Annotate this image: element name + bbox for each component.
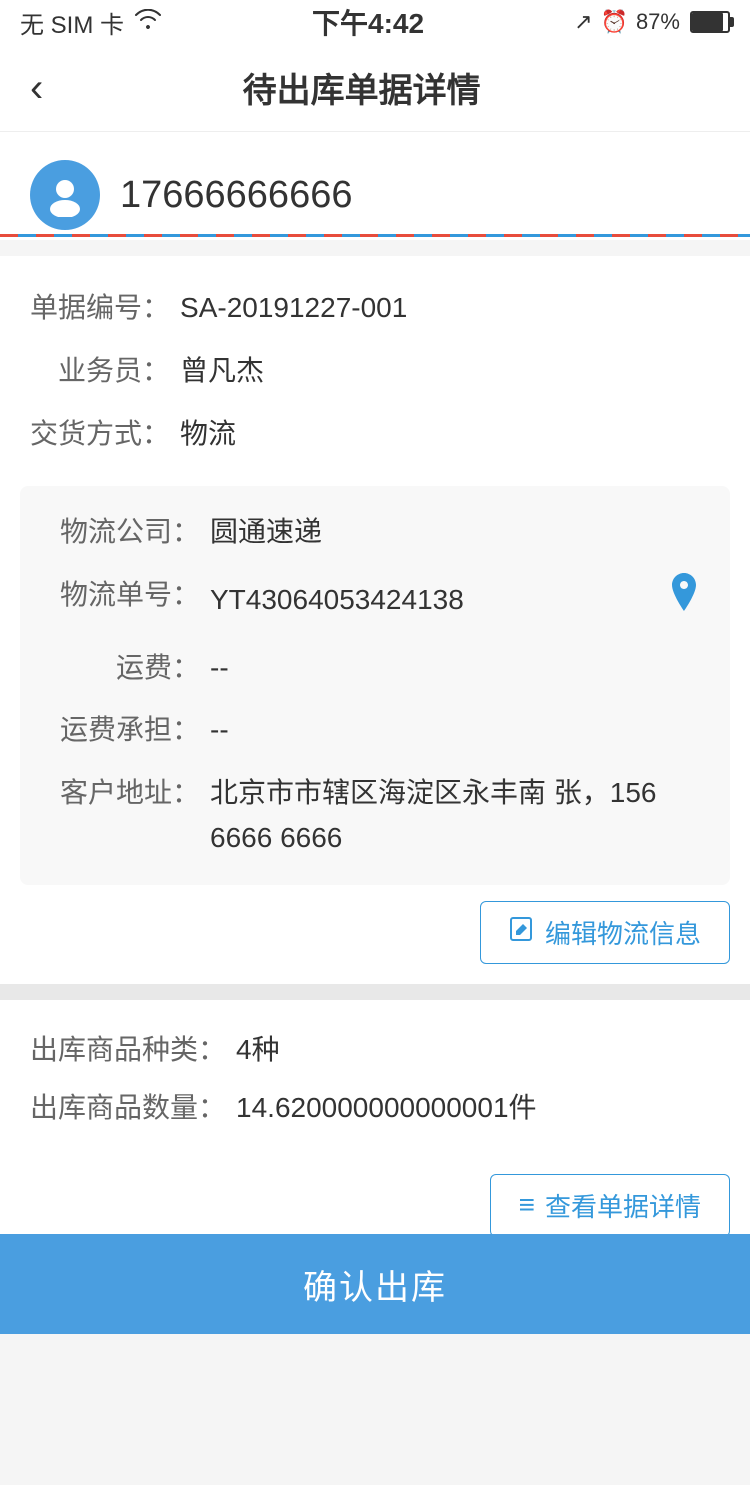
location-icon[interactable] bbox=[668, 573, 700, 627]
battery-text: 87% bbox=[636, 9, 680, 35]
battery-icon bbox=[690, 11, 730, 33]
agent-label: 业务员： bbox=[30, 349, 170, 394]
freight-row: 运费： -- bbox=[50, 646, 700, 691]
quantity-row: 出库商品数量： 14.620000000000001件 bbox=[30, 1086, 720, 1126]
edit-logistics-button[interactable]: 编辑物流信息 bbox=[480, 901, 730, 964]
user-phone: 17666666666 bbox=[120, 174, 352, 217]
dashed-divider bbox=[0, 230, 750, 240]
status-right: ↗ ⏰ 87% bbox=[574, 9, 730, 35]
type-value: 4种 bbox=[236, 1028, 280, 1068]
address-row: 客户地址： 北京市市辖区海淀区永丰南 张，156 6666 6666 bbox=[50, 771, 700, 861]
type-row: 出库商品种类： 4种 bbox=[30, 1028, 720, 1068]
logistics-company-row: 物流公司： 圆通速递 bbox=[50, 510, 700, 555]
view-detail-button[interactable]: ≡ 查看单据详情 bbox=[490, 1174, 730, 1237]
logistics-card: 物流公司： 圆通速递 物流单号： YT43064053424138 运费： -- bbox=[20, 486, 730, 884]
freight-bear-label: 运费承担： bbox=[50, 708, 200, 753]
delivery-value: 物流 bbox=[180, 412, 720, 457]
logistics-tracking-row: 物流单号： YT43064053424138 bbox=[50, 573, 700, 627]
alarm-icon: ⏰ bbox=[601, 9, 628, 35]
quantity-value: 14.620000000000001件 bbox=[236, 1086, 537, 1126]
edit-icon bbox=[509, 916, 535, 949]
type-label: 出库商品种类： bbox=[30, 1028, 226, 1068]
document-number-value: SA-20191227-001 bbox=[180, 286, 720, 331]
delivery-row: 交货方式： 物流 bbox=[30, 412, 720, 457]
user-section: 17666666666 bbox=[0, 132, 750, 230]
document-info: 单据编号： SA-20191227-001 业务员： 曾凡杰 交货方式： 物流 bbox=[0, 256, 750, 486]
confirm-button[interactable]: 确认出库 bbox=[0, 1234, 750, 1334]
freight-bear-value: -- bbox=[210, 708, 700, 753]
address-label: 客户地址： bbox=[50, 771, 200, 816]
logistics-tracking-value: YT43064053424138 bbox=[210, 578, 652, 623]
section-separator bbox=[0, 984, 750, 1000]
freight-bear-row: 运费承担： -- bbox=[50, 708, 700, 753]
document-number-row: 单据编号： SA-20191227-001 bbox=[30, 286, 720, 331]
page-title: 待出库单据详情 bbox=[63, 63, 660, 112]
edit-logistics-section: 编辑物流信息 bbox=[0, 901, 750, 984]
gps-icon: ↗ bbox=[574, 9, 592, 35]
confirm-section: 确认出库 bbox=[0, 1234, 750, 1334]
edit-logistics-label: 编辑物流信息 bbox=[545, 914, 701, 951]
stats-section: 出库商品种类： 4种 出库商品数量： 14.620000000000001件 bbox=[0, 1000, 750, 1154]
address-value: 北京市市辖区海淀区永丰南 张，156 6666 6666 bbox=[210, 771, 700, 861]
freight-value: -- bbox=[210, 646, 700, 691]
freight-label: 运费： bbox=[50, 646, 200, 691]
carrier-text: 无 SIM 卡 bbox=[20, 5, 124, 40]
delivery-label: 交货方式： bbox=[30, 412, 170, 457]
detail-icon: ≡ bbox=[519, 1189, 535, 1221]
quantity-label: 出库商品数量： bbox=[30, 1086, 226, 1126]
logistics-company-value: 圆通速递 bbox=[210, 510, 700, 555]
view-detail-label: 查看单据详情 bbox=[545, 1187, 701, 1224]
agent-value: 曾凡杰 bbox=[180, 349, 720, 394]
logistics-tracking-label: 物流单号： bbox=[50, 573, 200, 618]
document-number-label: 单据编号： bbox=[30, 286, 170, 331]
avatar bbox=[30, 160, 100, 230]
status-left: 无 SIM 卡 bbox=[20, 5, 162, 40]
logistics-company-label: 物流公司： bbox=[50, 510, 200, 555]
wifi-icon bbox=[134, 8, 162, 36]
status-bar: 无 SIM 卡 下午4:42 ↗ ⏰ 87% bbox=[0, 0, 750, 44]
status-time: 下午4:42 bbox=[312, 2, 424, 42]
back-button[interactable]: ‹ bbox=[30, 68, 43, 108]
agent-row: 业务员： 曾凡杰 bbox=[30, 349, 720, 394]
nav-bar: ‹ 待出库单据详情 bbox=[0, 44, 750, 132]
